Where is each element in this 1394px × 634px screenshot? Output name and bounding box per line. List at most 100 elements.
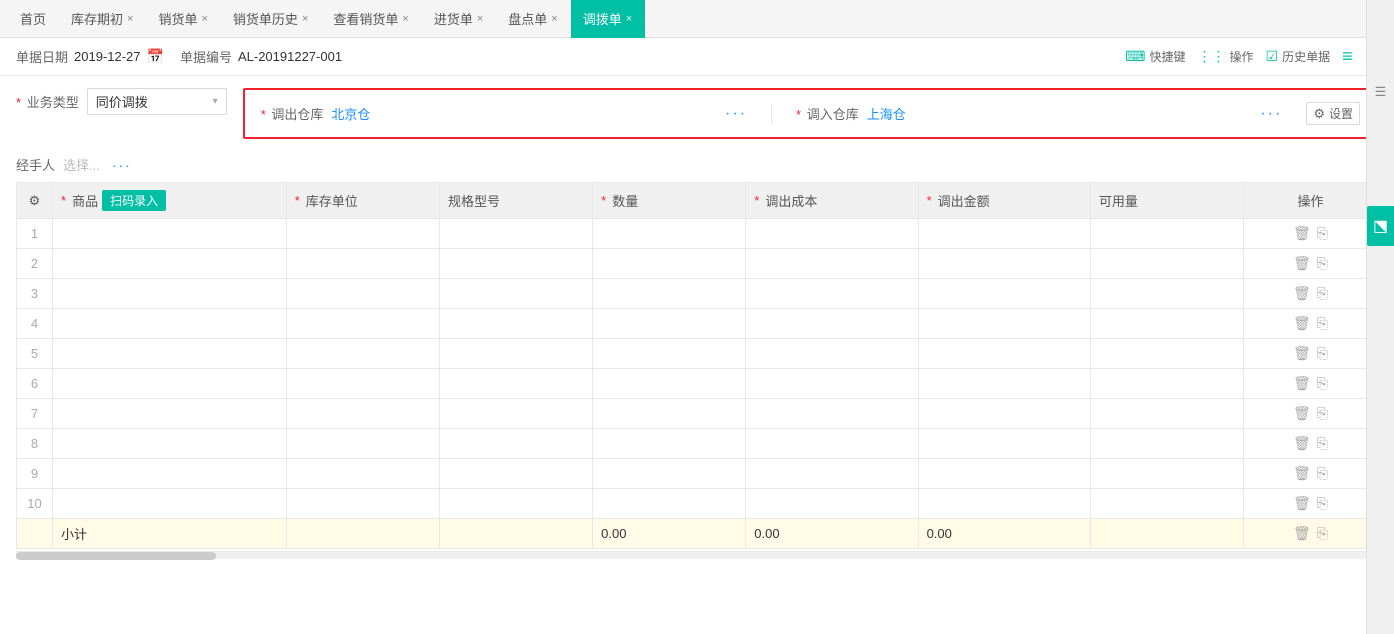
tab-inventory-init[interactable]: 库存期初 ×	[59, 0, 146, 38]
h-scroll[interactable]	[16, 551, 1378, 559]
quantity-cell[interactable]	[593, 459, 746, 489]
product-cell[interactable]	[53, 309, 287, 339]
copy-icon[interactable]: ⎘	[1317, 225, 1328, 242]
tab-view-sales-close[interactable]: ×	[402, 13, 408, 25]
quantity-cell[interactable]	[593, 309, 746, 339]
settings-button[interactable]: ⚙ 设置	[1306, 102, 1360, 125]
delete-icon[interactable]: 🗑	[1293, 525, 1311, 542]
tab-transfer-order[interactable]: 调拨单 ×	[571, 0, 645, 38]
delete-icon[interactable]: 🗑	[1293, 285, 1311, 302]
quantity-cell[interactable]	[593, 249, 746, 279]
tab-sales-order[interactable]: 销货单 ×	[146, 0, 220, 38]
shortcuts-button[interactable]: ⌨ 快捷键	[1125, 48, 1185, 65]
quantity-cell[interactable]	[593, 219, 746, 249]
quantity-cell[interactable]	[593, 429, 746, 459]
tab-view-sales[interactable]: 查看销货单 ×	[321, 0, 421, 38]
delete-icon[interactable]: 🗑	[1293, 375, 1311, 392]
scan-button[interactable]: 扫码录入	[102, 190, 166, 211]
handler-select[interactable]: 选择...	[63, 155, 100, 174]
date-value[interactable]: 2019-12-27	[74, 49, 141, 64]
copy-icon[interactable]: ⎘	[1317, 525, 1328, 542]
in-warehouse-star: *	[796, 107, 801, 122]
product-cell[interactable]	[53, 429, 287, 459]
product-cell[interactable]	[53, 369, 287, 399]
copy-icon[interactable]: ⎘	[1317, 345, 1328, 362]
doc-num-value: AL-20191227-001	[238, 49, 342, 64]
cost-cell[interactable]	[746, 279, 918, 309]
delete-icon[interactable]: 🗑	[1293, 405, 1311, 422]
th-available: 可用量	[1090, 183, 1243, 219]
tab-sales-history-close[interactable]: ×	[302, 13, 308, 25]
calendar-icon[interactable]: 📅	[147, 48, 164, 65]
product-cell[interactable]	[53, 249, 287, 279]
product-cell[interactable]	[53, 339, 287, 369]
cost-cell[interactable]	[746, 249, 918, 279]
amount-cell	[918, 249, 1090, 279]
product-cell[interactable]	[53, 459, 287, 489]
operations-button[interactable]: ⋮⋮ 操作	[1197, 48, 1253, 65]
tab-home[interactable]: 首页	[8, 0, 59, 38]
cost-cell[interactable]	[746, 429, 918, 459]
delete-icon[interactable]: 🗑	[1293, 465, 1311, 482]
cost-cell[interactable]	[746, 339, 918, 369]
in-warehouse-more[interactable]: ···	[1260, 105, 1282, 123]
tab-purchase-order-close[interactable]: ×	[477, 13, 483, 25]
unit-cell	[286, 489, 439, 519]
product-cell[interactable]	[53, 219, 287, 249]
tab-purchase-order[interactable]: 进货单 ×	[422, 0, 496, 38]
tab-view-sales-label: 查看销货单	[333, 9, 398, 28]
table-body: 1🗑⎘2🗑⎘3🗑⎘4🗑⎘5🗑⎘6🗑⎘7🗑⎘8🗑⎘9🗑⎘10🗑⎘小计0.000.0…	[17, 219, 1378, 549]
product-cell[interactable]	[53, 489, 287, 519]
delete-icon[interactable]: 🗑	[1293, 225, 1311, 242]
row-num: 8	[17, 429, 53, 459]
cost-cell[interactable]	[746, 489, 918, 519]
out-warehouse-more[interactable]: ···	[725, 105, 747, 123]
tab-inventory-count-close[interactable]: ×	[551, 13, 557, 25]
delete-icon[interactable]: 🗑	[1293, 495, 1311, 512]
out-warehouse-value[interactable]: 北京仓	[331, 104, 370, 123]
copy-icon[interactable]: ⎘	[1317, 465, 1328, 482]
tab-inventory-count[interactable]: 盘点单 ×	[496, 0, 570, 38]
product-cell[interactable]	[53, 279, 287, 309]
cost-cell[interactable]	[746, 219, 918, 249]
quantity-cell[interactable]	[593, 369, 746, 399]
copy-icon[interactable]: ⎘	[1317, 405, 1328, 422]
delete-icon[interactable]: 🗑	[1293, 435, 1311, 452]
copy-icon[interactable]: ⎘	[1317, 315, 1328, 332]
tab-inventory-init-close[interactable]: ×	[127, 13, 133, 25]
handler-more[interactable]: ···	[112, 157, 132, 173]
right-panel-external-icon[interactable]: ⬔	[1367, 206, 1394, 246]
copy-icon[interactable]: ⎘	[1317, 285, 1328, 302]
quantity-cell[interactable]	[593, 399, 746, 429]
quantity-cell[interactable]	[593, 279, 746, 309]
available-cell	[1090, 279, 1243, 309]
delete-icon[interactable]: 🗑	[1293, 255, 1311, 272]
cost-cell[interactable]	[746, 309, 918, 339]
amount-cell	[918, 279, 1090, 309]
row-num: 2	[17, 249, 53, 279]
cost-cell[interactable]	[746, 399, 918, 429]
copy-icon[interactable]: ⎘	[1317, 495, 1328, 512]
th-quantity: * 数量	[593, 183, 746, 219]
cost-cell[interactable]	[746, 459, 918, 489]
history-button[interactable]: ☑ 历史单据	[1266, 48, 1331, 65]
quantity-cell[interactable]	[593, 489, 746, 519]
copy-icon[interactable]: ⎘	[1317, 255, 1328, 272]
copy-icon[interactable]: ⎘	[1317, 375, 1328, 392]
business-type-select[interactable]: 同价调拨 ▾	[87, 88, 227, 115]
tab-transfer-order-close[interactable]: ×	[626, 13, 632, 25]
copy-icon[interactable]: ⎘	[1317, 435, 1328, 452]
tab-sales-history[interactable]: 销货单历史 ×	[221, 0, 321, 38]
in-warehouse-value[interactable]: 上海仓	[867, 104, 906, 123]
right-panel-list-icon[interactable]: ☰	[1369, 80, 1393, 104]
cost-cell[interactable]	[746, 369, 918, 399]
tab-sales-order-close[interactable]: ×	[201, 13, 207, 25]
settings-gear-icon[interactable]: ⚙	[29, 193, 41, 208]
delete-icon[interactable]: 🗑	[1293, 345, 1311, 362]
unit-cell	[286, 339, 439, 369]
layout-list-icon[interactable]: ≡	[1342, 46, 1353, 67]
row-num: 7	[17, 399, 53, 429]
quantity-cell[interactable]	[593, 339, 746, 369]
product-cell[interactable]	[53, 399, 287, 429]
delete-icon[interactable]: 🗑	[1293, 315, 1311, 332]
